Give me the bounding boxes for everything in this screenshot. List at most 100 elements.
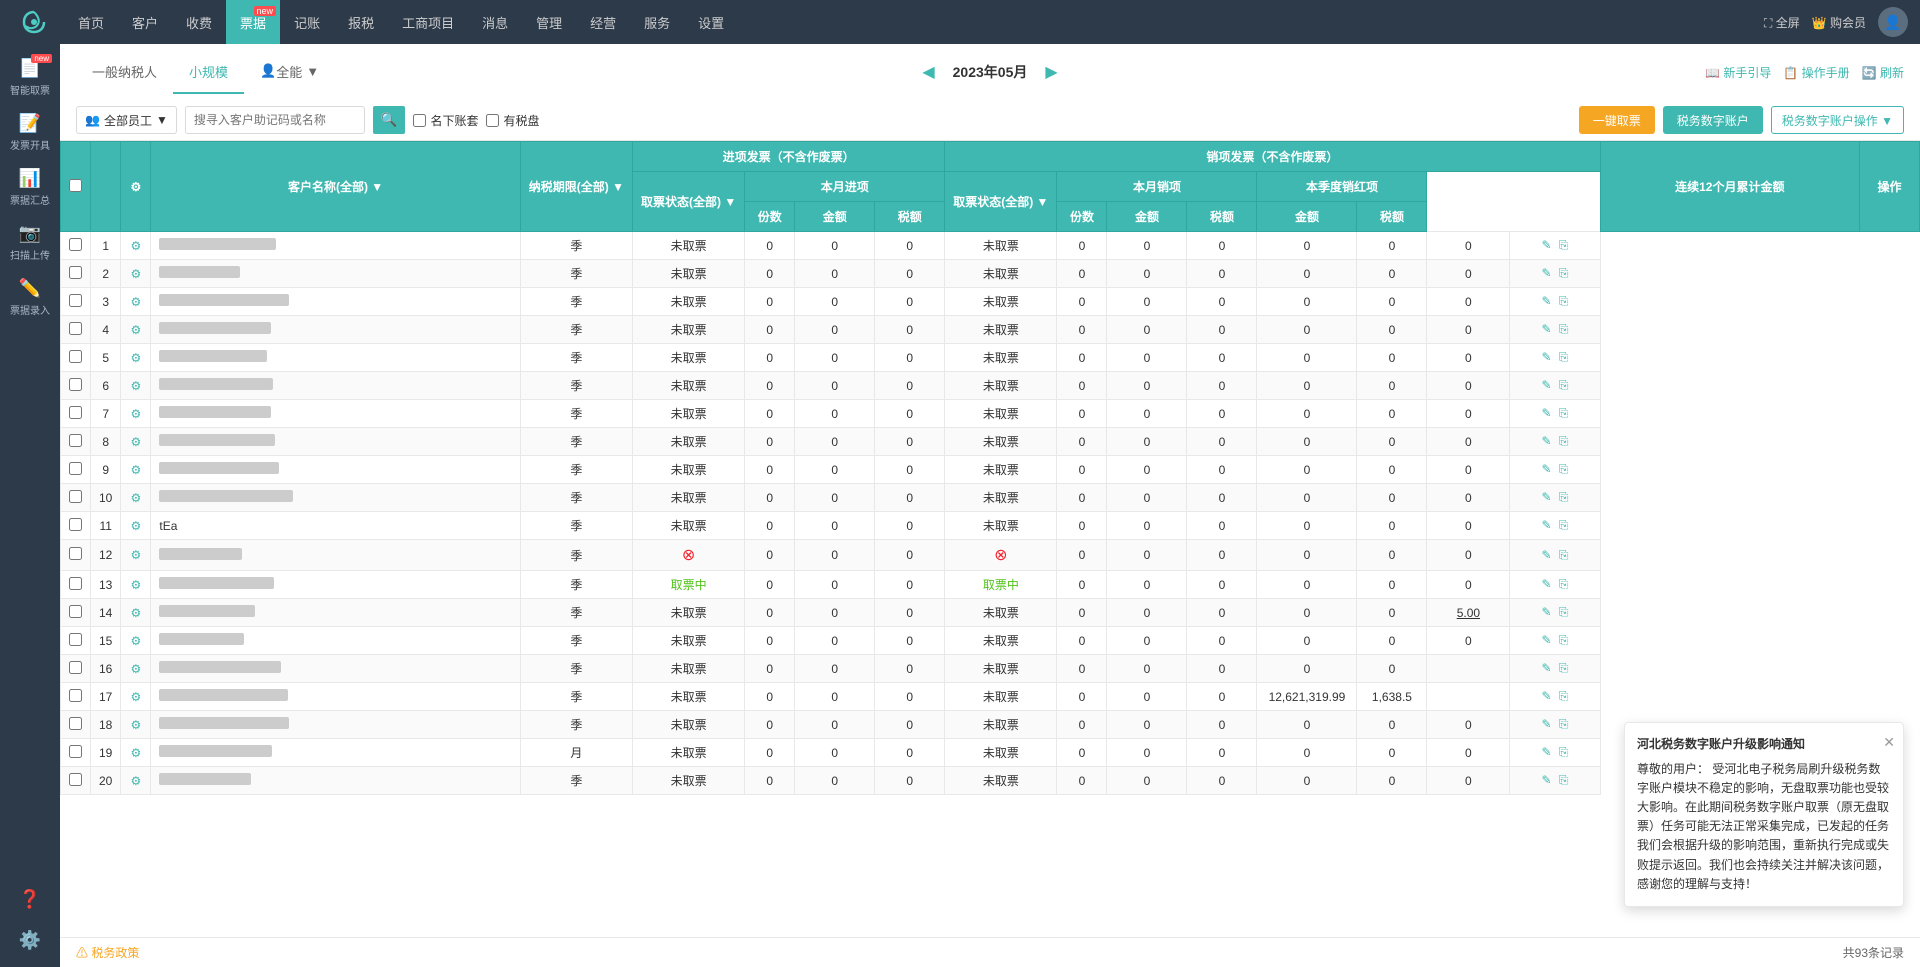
row-checkbox-cell[interactable] <box>61 372 91 400</box>
tax-policy-link[interactable]: ⚠ 税务政策 <box>76 944 139 961</box>
copy-icon[interactable]: ⎘ <box>1559 294 1569 308</box>
row-settings[interactable]: ⚙ <box>121 540 151 571</box>
row-checkbox[interactable] <box>69 577 82 590</box>
edit-icon[interactable]: ✎ <box>1541 266 1551 280</box>
row-settings[interactable]: ⚙ <box>121 428 151 456</box>
row-settings[interactable]: ⚙ <box>121 232 151 260</box>
row-checkbox-cell[interactable] <box>61 683 91 711</box>
nav-item-accounting[interactable]: 记账 <box>280 0 334 44</box>
copy-icon[interactable]: ⎘ <box>1559 238 1569 252</box>
row-checkbox-cell[interactable] <box>61 484 91 512</box>
row-checkbox-cell[interactable] <box>61 571 91 599</box>
nav-item-business[interactable]: 工商项目 <box>388 0 468 44</box>
edit-icon[interactable]: ✎ <box>1541 605 1551 619</box>
row-checkbox[interactable] <box>69 518 82 531</box>
row-settings[interactable]: ⚙ <box>121 484 151 512</box>
checkbox-accounts[interactable]: 名下账套 <box>413 112 478 129</box>
row-settings[interactable]: ⚙ <box>121 260 151 288</box>
row-settings[interactable]: ⚙ <box>121 456 151 484</box>
row-settings[interactable]: ⚙ <box>121 512 151 540</box>
notification-close-button[interactable]: ✕ <box>1883 731 1895 753</box>
row-checkbox-cell[interactable] <box>61 711 91 739</box>
row-checkbox[interactable] <box>69 745 82 758</box>
row-checkbox[interactable] <box>69 547 82 560</box>
row-checkbox-cell[interactable] <box>61 599 91 627</box>
nav-item-tax[interactable]: 报税 <box>334 0 388 44</box>
row-checkbox-cell[interactable] <box>61 456 91 484</box>
row-checkbox[interactable] <box>69 605 82 618</box>
row-settings[interactable]: ⚙ <box>121 599 151 627</box>
copy-icon[interactable]: ⎘ <box>1559 518 1569 532</box>
copy-icon[interactable]: ⎘ <box>1559 378 1569 392</box>
copy-icon[interactable]: ⎘ <box>1559 773 1569 787</box>
nav-item-home[interactable]: 首页 <box>64 0 118 44</box>
sidebar-item-smart-invoice[interactable]: 📄 智能取票 new <box>4 52 56 103</box>
row-checkbox-cell[interactable] <box>61 512 91 540</box>
edit-icon[interactable]: ✎ <box>1541 350 1551 364</box>
copy-icon[interactable]: ⎘ <box>1559 490 1569 504</box>
row-checkbox-cell[interactable] <box>61 655 91 683</box>
nav-item-invoice[interactable]: 票据 new <box>226 0 280 44</box>
prev-month-button[interactable]: ◀ <box>916 60 940 84</box>
row-checkbox[interactable] <box>69 490 82 503</box>
row-checkbox[interactable] <box>69 434 82 447</box>
edit-icon[interactable]: ✎ <box>1541 548 1551 562</box>
edit-icon[interactable]: ✎ <box>1541 717 1551 731</box>
row-settings[interactable]: ⚙ <box>121 316 151 344</box>
row-checkbox-cell[interactable] <box>61 344 91 372</box>
copy-icon[interactable]: ⎘ <box>1559 406 1569 420</box>
row-checkbox[interactable] <box>69 322 82 335</box>
row-checkbox-cell[interactable] <box>61 739 91 767</box>
nav-item-service[interactable]: 服务 <box>630 0 684 44</box>
copy-icon[interactable]: ⎘ <box>1559 689 1569 703</box>
edit-icon[interactable]: ✎ <box>1541 378 1551 392</box>
copy-icon[interactable]: ⎘ <box>1559 605 1569 619</box>
row-checkbox-cell[interactable] <box>61 232 91 260</box>
edit-icon[interactable]: ✎ <box>1541 518 1551 532</box>
sidebar-item-scan[interactable]: 📷 扫描上传 <box>4 217 56 268</box>
edit-icon[interactable]: ✎ <box>1541 434 1551 448</box>
edit-icon[interactable]: ✎ <box>1541 773 1551 787</box>
row-checkbox[interactable] <box>69 661 82 674</box>
tax-digital-account-button[interactable]: 税务数字账户 <box>1663 106 1763 134</box>
manual-link[interactable]: 📋 操作手册 <box>1783 64 1849 81</box>
copy-icon[interactable]: ⎘ <box>1559 745 1569 759</box>
edit-icon[interactable]: ✎ <box>1541 238 1551 252</box>
edit-icon[interactable]: ✎ <box>1541 462 1551 476</box>
sidebar-item-summary[interactable]: 📊 票据汇总 <box>4 162 56 213</box>
copy-icon[interactable]: ⎘ <box>1559 322 1569 336</box>
select-all-checkbox[interactable] <box>69 179 82 192</box>
row-checkbox-cell[interactable] <box>61 627 91 655</box>
row-checkbox-cell[interactable] <box>61 540 91 571</box>
row-checkbox[interactable] <box>69 773 82 786</box>
row-checkbox-cell[interactable] <box>61 316 91 344</box>
search-input[interactable] <box>185 106 365 134</box>
copy-icon[interactable]: ⎘ <box>1559 434 1569 448</box>
row-checkbox[interactable] <box>69 238 82 251</box>
copy-icon[interactable]: ⎘ <box>1559 717 1569 731</box>
nav-item-operation[interactable]: 经营 <box>576 0 630 44</box>
taxpad-checkbox[interactable] <box>486 114 499 127</box>
nav-item-fee[interactable]: 收费 <box>172 0 226 44</box>
sub-tab-small[interactable]: 小规模 <box>173 50 244 94</box>
row-checkbox[interactable] <box>69 462 82 475</box>
edit-icon[interactable]: ✎ <box>1541 322 1551 336</box>
row-checkbox-cell[interactable] <box>61 767 91 795</box>
edit-icon[interactable]: ✎ <box>1541 745 1551 759</box>
new-guide-link[interactable]: 📖 新手引导 <box>1705 64 1771 81</box>
copy-icon[interactable]: ⎘ <box>1559 462 1569 476</box>
refresh-link[interactable]: 🔄 刷新 <box>1862 64 1904 81</box>
edit-icon[interactable]: ✎ <box>1541 406 1551 420</box>
row-settings[interactable]: ⚙ <box>121 739 151 767</box>
copy-icon[interactable]: ⎘ <box>1559 633 1569 647</box>
next-month-button[interactable]: ▶ <box>1039 60 1063 84</box>
row-settings[interactable]: ⚙ <box>121 655 151 683</box>
row-checkbox[interactable] <box>69 717 82 730</box>
row-checkbox[interactable] <box>69 406 82 419</box>
row-checkbox-cell[interactable] <box>61 288 91 316</box>
membership-btn[interactable]: 👑 购会员 <box>1812 14 1866 31</box>
nav-item-messages[interactable]: 消息 <box>468 0 522 44</box>
edit-icon[interactable]: ✎ <box>1541 633 1551 647</box>
row-checkbox-cell[interactable] <box>61 400 91 428</box>
nav-item-manage[interactable]: 管理 <box>522 0 576 44</box>
